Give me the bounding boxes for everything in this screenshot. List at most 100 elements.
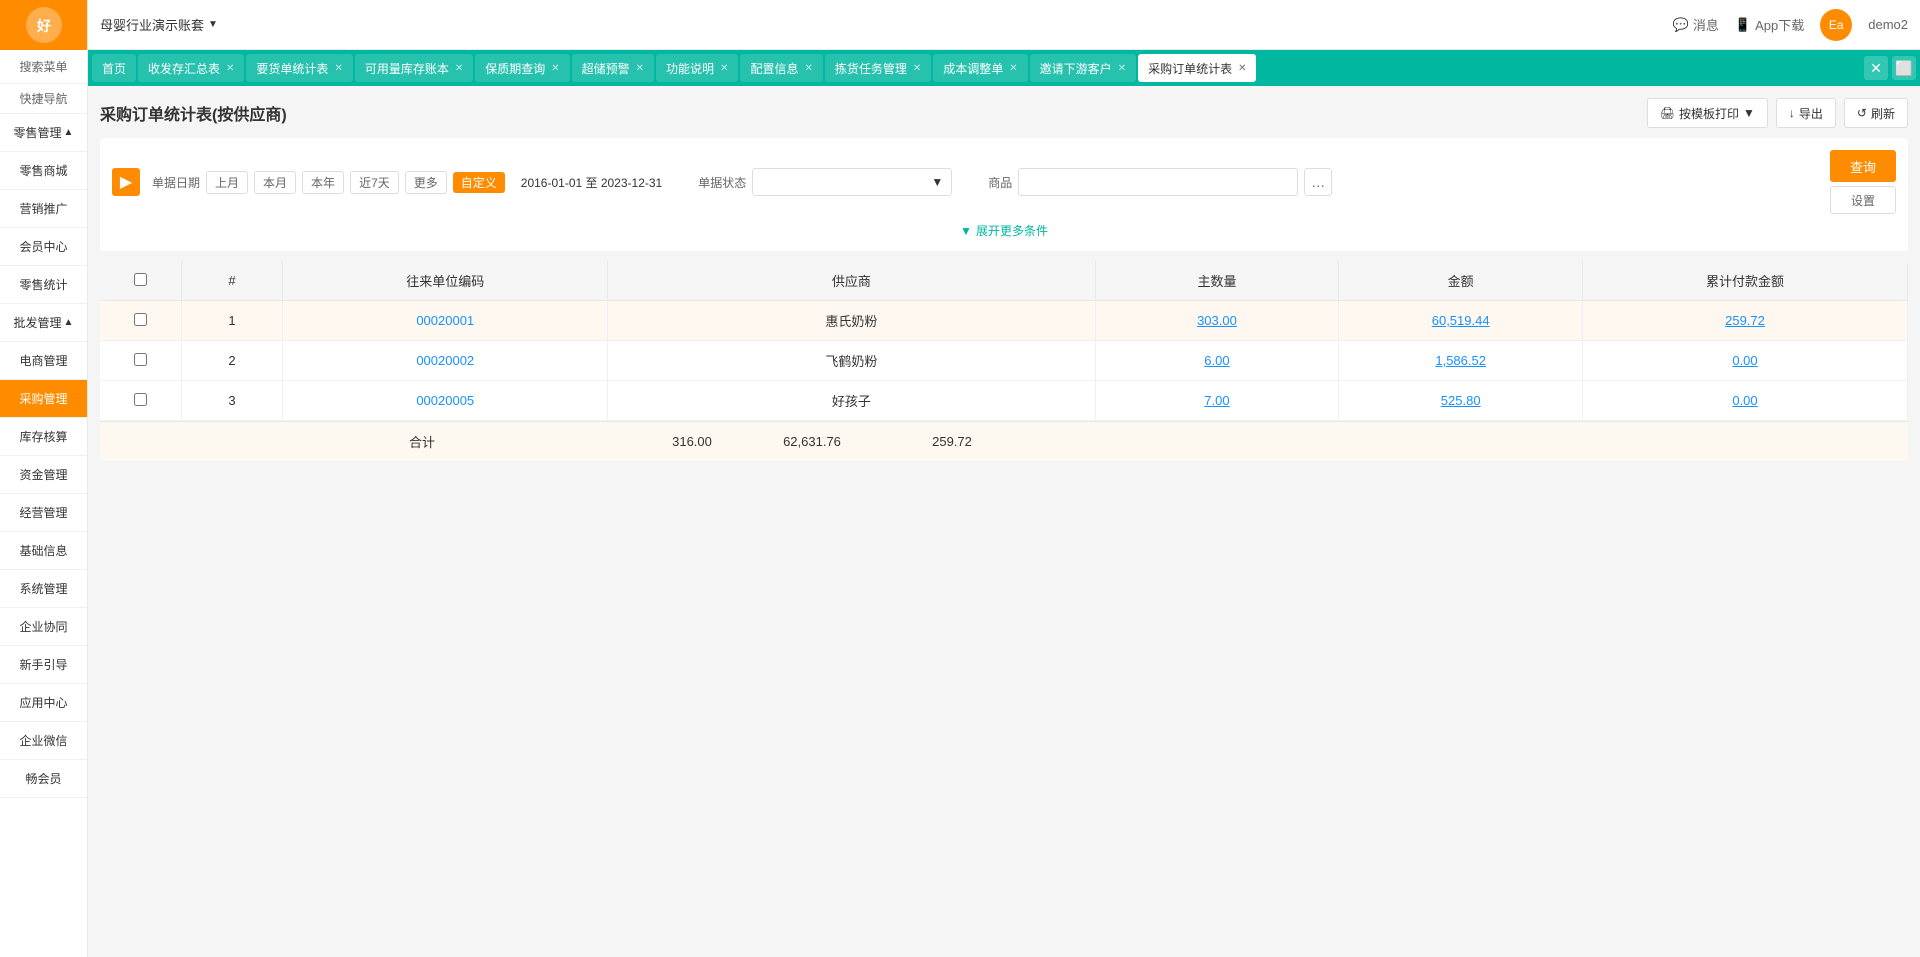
date-btn-last-month[interactable]: 上月 [206,171,248,194]
filter-row-main: ▶ 单据日期 上月 本月 本年 近7天 更多 自定义 [112,150,1896,214]
sidebar-item-wecom[interactable]: 企业微信 [0,722,87,760]
row-qty[interactable]: 6.00 [1095,341,1339,381]
tab-invite-customer[interactable]: 邀请下游客户 ✕ [1030,54,1136,82]
sidebar-item-inventory[interactable]: 库存核算 [0,418,87,456]
tab-close-icon[interactable]: ✕ [551,63,559,74]
sidebar-item-purchase[interactable]: 采购管理 [0,380,87,418]
row-amount[interactable]: 525.80 [1339,381,1583,421]
tab-purchase-order-stat[interactable]: 采购订单统计表 ✕ [1138,54,1256,82]
status-select[interactable]: ▼ [752,168,952,196]
date-btn-more[interactable]: 更多 [405,171,447,194]
data-table-wrapper: # 往来单位编码 供应商 主数量 金额 累计付款金额 1 00020001 惠氏… [100,261,1908,461]
row-paid[interactable]: 0.00 [1583,381,1908,421]
sidebar-item-member-vip[interactable]: 畅会员 [0,760,87,798]
tab-recv-send-sum[interactable]: 收发存汇总表 ✕ [138,54,244,82]
tab-config[interactable]: 配置信息 ✕ [740,54,822,82]
tab-label: 成本调整单 [943,60,1003,77]
avatar[interactable]: Ea [1820,9,1852,41]
workspace-name: 母婴行业演示账套 [100,15,204,34]
tab-cost-adjust[interactable]: 成本调整单 ✕ [933,54,1027,82]
row-qty[interactable]: 7.00 [1095,381,1339,421]
sidebar-item-appcenter[interactable]: 应用中心 [0,684,87,722]
goods-more-btn[interactable]: … [1304,168,1332,196]
sidebar-item-retail-mgmt[interactable]: 零售管理 ▲ [0,114,87,152]
row-checkbox[interactable] [100,301,181,341]
sidebar-item-finance[interactable]: 资金管理 [0,456,87,494]
row-num: 3 [181,381,283,421]
tab-label: 功能说明 [666,60,714,77]
tab-close-icon[interactable]: ✕ [334,63,342,74]
tab-close-icon[interactable]: ✕ [636,63,644,74]
sidebar-item-member[interactable]: 会员中心 [0,228,87,266]
expand-more-btn[interactable]: ▼ 展开更多条件 [960,222,1048,239]
sidebar-item-newbie[interactable]: 新手引导 [0,646,87,684]
page-header: 采购订单统计表(按供应商) 🖨 按模板打印 ▼ ↓ 导出 ↺ 刷新 [100,98,1908,128]
tab-close-icon[interactable]: ✕ [1238,63,1246,74]
goods-input[interactable] [1018,168,1298,196]
row-code[interactable]: 00020002 [283,341,608,381]
row-code[interactable]: 00020005 [283,381,608,421]
table-body: 1 00020001 惠氏奶粉 303.00 60,519.44 259.72 … [100,301,1908,421]
restore-tab-btn[interactable]: ⬜ [1892,56,1916,80]
tab-close-icon[interactable]: ✕ [913,63,921,74]
filter-toggle-btn[interactable]: ▶ [112,168,140,196]
row-supplier: 好孩子 [608,381,1095,421]
custom-date-badge: 自定义 [453,172,505,193]
query-btn[interactable]: 查询 [1830,150,1896,182]
tab-home[interactable]: 首页 [92,54,136,82]
sidebar-item-operation[interactable]: 经营管理 [0,494,87,532]
sidebar-item-retail-stat[interactable]: 零售统计 [0,266,87,304]
sidebar-item-ecommerce[interactable]: 电商管理 [0,342,87,380]
tab-pick-task[interactable]: 拣货任务管理 ✕ [825,54,931,82]
sidebar-item-retail-store[interactable]: 零售商城 [0,152,87,190]
row-code[interactable]: 00020001 [283,301,608,341]
date-range-value: 2016-01-01 至 2023-12-31 [521,174,662,191]
tab-overstock-warning[interactable]: 超储预警 ✕ [572,54,654,82]
row-amount[interactable]: 1,586.52 [1339,341,1583,381]
date-btn-this-year[interactable]: 本年 [302,171,344,194]
print-label: 按模板打印 [1679,105,1739,122]
row-paid[interactable]: 259.72 [1583,301,1908,341]
close-tab-btn[interactable]: ✕ [1864,56,1888,80]
chevron-down-icon: ▼ [931,175,943,189]
date-label: 单据日期 [152,174,200,191]
page-title: 采购订单统计表(按供应商) [100,101,287,125]
tab-func-desc[interactable]: 功能说明 ✕ [656,54,738,82]
sidebar-item-basic-info[interactable]: 基础信息 [0,532,87,570]
row-amount[interactable]: 60,519.44 [1339,301,1583,341]
topbar-left: 母婴行业演示账套 ▼ [100,15,218,34]
tab-close-icon[interactable]: ✕ [804,63,812,74]
tab-close-icon[interactable]: ✕ [455,63,463,74]
print-btn[interactable]: 🖨 按模板打印 ▼ [1647,98,1768,128]
refresh-btn[interactable]: ↺ 刷新 [1844,98,1908,128]
row-paid[interactable]: 0.00 [1583,341,1908,381]
date-btn-7days[interactable]: 近7天 [350,171,399,194]
select-all-checkbox[interactable] [134,273,147,286]
workspace-selector[interactable]: 母婴行业演示账套 ▼ [100,15,218,34]
app-download-btn[interactable]: 📱 App下载 [1735,15,1804,34]
tab-usable-inventory[interactable]: 可用量库存账本 ✕ [355,54,473,82]
tab-close-icon[interactable]: ✕ [226,63,234,74]
row-qty[interactable]: 303.00 [1095,301,1339,341]
tab-close-icon[interactable]: ✕ [1009,63,1017,74]
sidebar-item-enterprise-collab[interactable]: 企业协同 [0,608,87,646]
th-qty: 主数量 [1095,261,1339,301]
sidebar-item-quicknav[interactable]: 快捷导航 [0,84,87,114]
settings-btn[interactable]: 设置 [1830,186,1896,214]
table-row: 3 00020005 好孩子 7.00 525.80 0.00 [100,381,1908,421]
tab-label: 配置信息 [750,60,798,77]
row-checkbox[interactable] [100,381,181,421]
export-btn[interactable]: ↓ 导出 [1776,98,1836,128]
sidebar-item-system[interactable]: 系统管理 [0,570,87,608]
tab-close-icon[interactable]: ✕ [1118,63,1126,74]
row-checkbox[interactable] [100,341,181,381]
sidebar-item-search[interactable]: 搜索菜单 [0,50,87,84]
tab-order-stat[interactable]: 要货单统计表 ✕ [246,54,352,82]
tab-quality-query[interactable]: 保质期查询 ✕ [475,54,569,82]
sidebar-item-marketing[interactable]: 营销推广 [0,190,87,228]
date-btn-this-month[interactable]: 本月 [254,171,296,194]
row-num: 1 [181,301,283,341]
message-btn[interactable]: 💬 消息 [1673,15,1719,34]
tab-close-icon[interactable]: ✕ [720,63,728,74]
sidebar-item-wholesale[interactable]: 批发管理 ▲ [0,304,87,342]
